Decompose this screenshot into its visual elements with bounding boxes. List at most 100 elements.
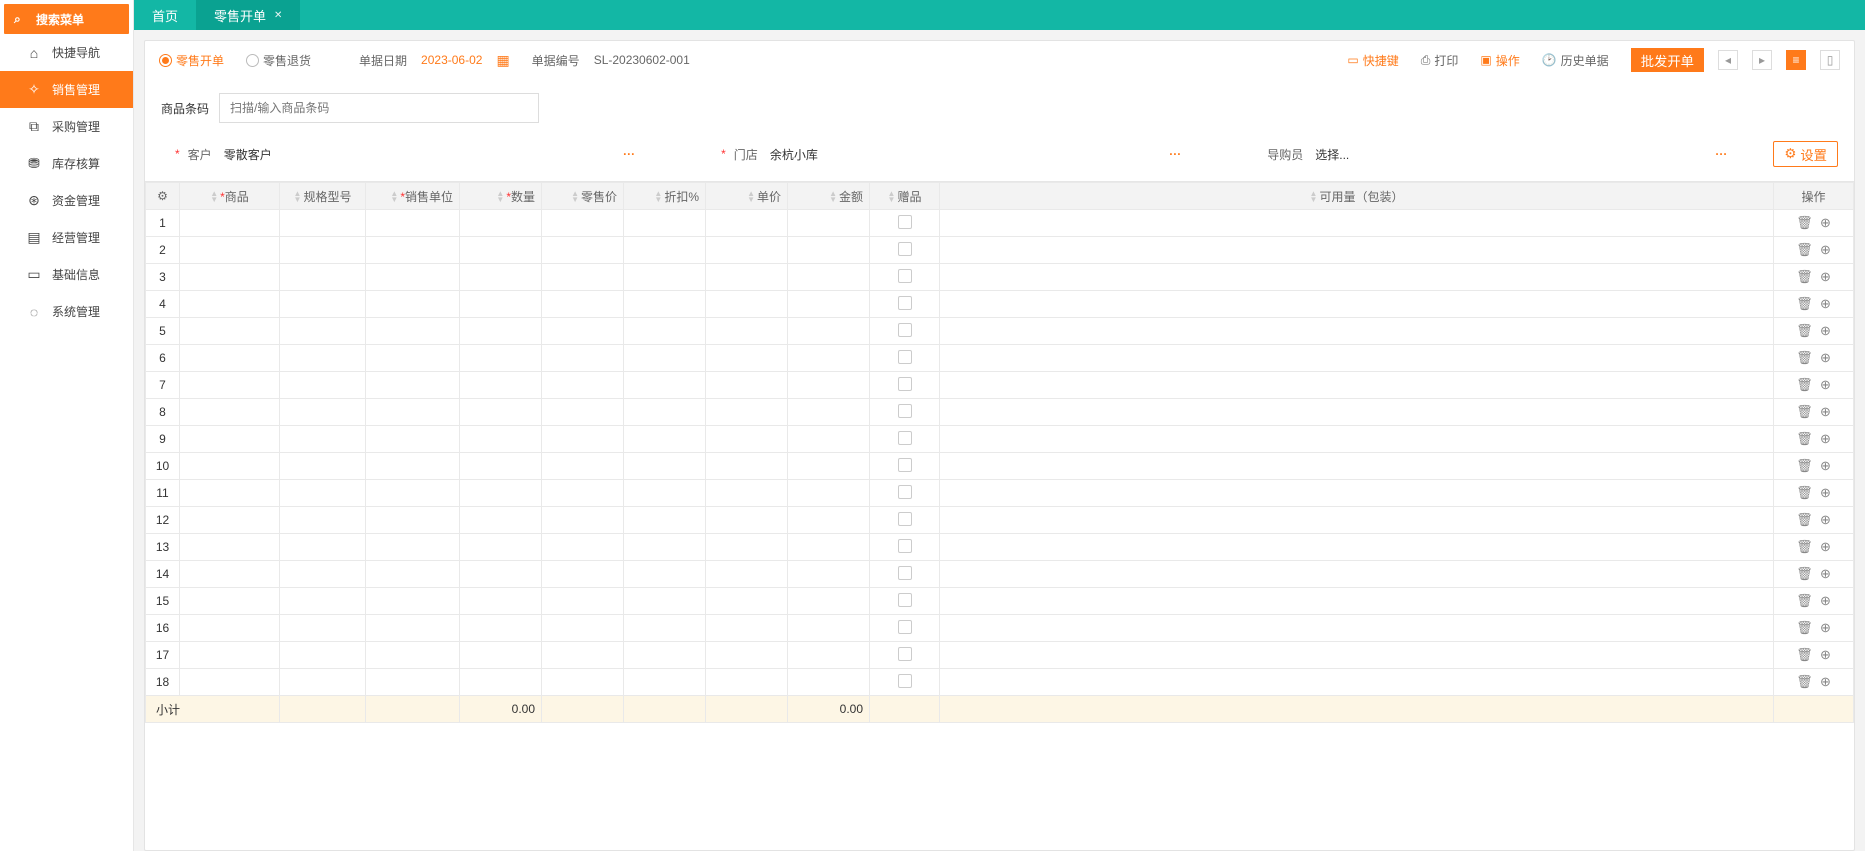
add-row-icon[interactable]: ⊕ bbox=[1818, 269, 1833, 284]
gift-checkbox[interactable] bbox=[898, 458, 912, 472]
tab-1[interactable]: 零售开单✕ bbox=[196, 0, 300, 30]
cell-retail[interactable] bbox=[542, 345, 624, 372]
cell-unit[interactable] bbox=[366, 210, 460, 237]
customer-lookup-button[interactable]: ··· bbox=[617, 147, 641, 161]
cell-available[interactable] bbox=[940, 237, 1774, 264]
cell-price[interactable] bbox=[706, 318, 788, 345]
cell-qty[interactable] bbox=[460, 534, 542, 561]
cell-discount[interactable] bbox=[624, 345, 706, 372]
cell-gift[interactable] bbox=[870, 399, 940, 426]
cell-gift[interactable] bbox=[870, 264, 940, 291]
cell-price[interactable] bbox=[706, 507, 788, 534]
cell-amount[interactable] bbox=[788, 372, 870, 399]
col-spec[interactable]: ▲▼规格型号 bbox=[280, 183, 366, 210]
cell-discount[interactable] bbox=[624, 291, 706, 318]
next-doc-button[interactable]: ▸ bbox=[1752, 50, 1772, 70]
cell-qty[interactable] bbox=[460, 507, 542, 534]
delete-row-icon[interactable]: 🗑 bbox=[1794, 242, 1815, 257]
cell-discount[interactable] bbox=[624, 237, 706, 264]
cell-price[interactable] bbox=[706, 399, 788, 426]
cell-spec[interactable] bbox=[280, 507, 366, 534]
add-row-icon[interactable]: ⊕ bbox=[1818, 674, 1833, 689]
table-row[interactable]: 8🗑 ⊕ bbox=[146, 399, 1854, 426]
cell-price[interactable] bbox=[706, 561, 788, 588]
cell-unit[interactable] bbox=[366, 561, 460, 588]
delete-row-icon[interactable]: 🗑 bbox=[1794, 539, 1815, 554]
add-row-icon[interactable]: ⊕ bbox=[1818, 215, 1833, 230]
cell-unit[interactable] bbox=[366, 399, 460, 426]
cell-amount[interactable] bbox=[788, 615, 870, 642]
cell-available[interactable] bbox=[940, 642, 1774, 669]
table-row[interactable]: 10🗑 ⊕ bbox=[146, 453, 1854, 480]
add-row-icon[interactable]: ⊕ bbox=[1818, 620, 1833, 635]
cell-available[interactable] bbox=[940, 534, 1774, 561]
cell-price[interactable] bbox=[706, 534, 788, 561]
cell-unit[interactable] bbox=[366, 345, 460, 372]
cell-price[interactable] bbox=[706, 345, 788, 372]
cell-gift[interactable] bbox=[870, 345, 940, 372]
delete-row-icon[interactable]: 🗑 bbox=[1794, 377, 1815, 392]
cell-qty[interactable] bbox=[460, 318, 542, 345]
gift-checkbox[interactable] bbox=[898, 485, 912, 499]
history-link[interactable]: 🕑历史单据 bbox=[1542, 52, 1609, 69]
add-row-icon[interactable]: ⊕ bbox=[1818, 485, 1833, 500]
cell-spec[interactable] bbox=[280, 642, 366, 669]
add-row-icon[interactable]: ⊕ bbox=[1818, 242, 1833, 257]
gift-checkbox[interactable] bbox=[898, 269, 912, 283]
cell-discount[interactable] bbox=[624, 561, 706, 588]
cell-discount[interactable] bbox=[624, 534, 706, 561]
cell-spec[interactable] bbox=[280, 588, 366, 615]
cell-discount[interactable] bbox=[624, 399, 706, 426]
store-value[interactable]: 余杭小库 bbox=[770, 146, 818, 163]
cell-discount[interactable] bbox=[624, 507, 706, 534]
add-row-icon[interactable]: ⊕ bbox=[1818, 647, 1833, 662]
cell-product[interactable] bbox=[180, 534, 280, 561]
cell-qty[interactable] bbox=[460, 264, 542, 291]
cell-gift[interactable] bbox=[870, 480, 940, 507]
cell-available[interactable] bbox=[940, 561, 1774, 588]
cell-discount[interactable] bbox=[624, 210, 706, 237]
cell-retail[interactable] bbox=[542, 264, 624, 291]
cell-product[interactable] bbox=[180, 507, 280, 534]
col-available[interactable]: ▲▼可用量（包装） bbox=[940, 183, 1774, 210]
cell-qty[interactable] bbox=[460, 372, 542, 399]
cell-amount[interactable] bbox=[788, 264, 870, 291]
gift-checkbox[interactable] bbox=[898, 674, 912, 688]
cell-unit[interactable] bbox=[366, 453, 460, 480]
cell-amount[interactable] bbox=[788, 642, 870, 669]
cell-gift[interactable] bbox=[870, 426, 940, 453]
delete-row-icon[interactable]: 🗑 bbox=[1794, 485, 1815, 500]
cell-amount[interactable] bbox=[788, 291, 870, 318]
delete-row-icon[interactable]: 🗑 bbox=[1794, 512, 1815, 527]
gift-checkbox[interactable] bbox=[898, 566, 912, 580]
cell-price[interactable] bbox=[706, 615, 788, 642]
table-row[interactable]: 12🗑 ⊕ bbox=[146, 507, 1854, 534]
cell-gift[interactable] bbox=[870, 534, 940, 561]
cell-amount[interactable] bbox=[788, 318, 870, 345]
cell-price[interactable] bbox=[706, 453, 788, 480]
cell-qty[interactable] bbox=[460, 399, 542, 426]
print-link[interactable]: ⎙打印 bbox=[1421, 52, 1459, 69]
table-row[interactable]: 17🗑 ⊕ bbox=[146, 642, 1854, 669]
gift-checkbox[interactable] bbox=[898, 593, 912, 607]
cell-qty[interactable] bbox=[460, 669, 542, 696]
cell-price[interactable] bbox=[706, 669, 788, 696]
cell-available[interactable] bbox=[940, 588, 1774, 615]
cell-gift[interactable] bbox=[870, 588, 940, 615]
cell-product[interactable] bbox=[180, 426, 280, 453]
cell-available[interactable] bbox=[940, 453, 1774, 480]
delete-row-icon[interactable]: 🗑 bbox=[1794, 593, 1815, 608]
cell-retail[interactable] bbox=[542, 534, 624, 561]
shopper-lookup-button[interactable]: ··· bbox=[1709, 147, 1733, 161]
cell-retail[interactable] bbox=[542, 642, 624, 669]
gift-checkbox[interactable] bbox=[898, 512, 912, 526]
cell-spec[interactable] bbox=[280, 615, 366, 642]
cell-amount[interactable] bbox=[788, 426, 870, 453]
col-gift[interactable]: ▲▼赠品 bbox=[870, 183, 940, 210]
cell-spec[interactable] bbox=[280, 561, 366, 588]
cell-retail[interactable] bbox=[542, 669, 624, 696]
sidebar-item-3[interactable]: ⛃库存核算 bbox=[0, 145, 133, 182]
cell-price[interactable] bbox=[706, 642, 788, 669]
cell-unit[interactable] bbox=[366, 264, 460, 291]
cell-retail[interactable] bbox=[542, 237, 624, 264]
